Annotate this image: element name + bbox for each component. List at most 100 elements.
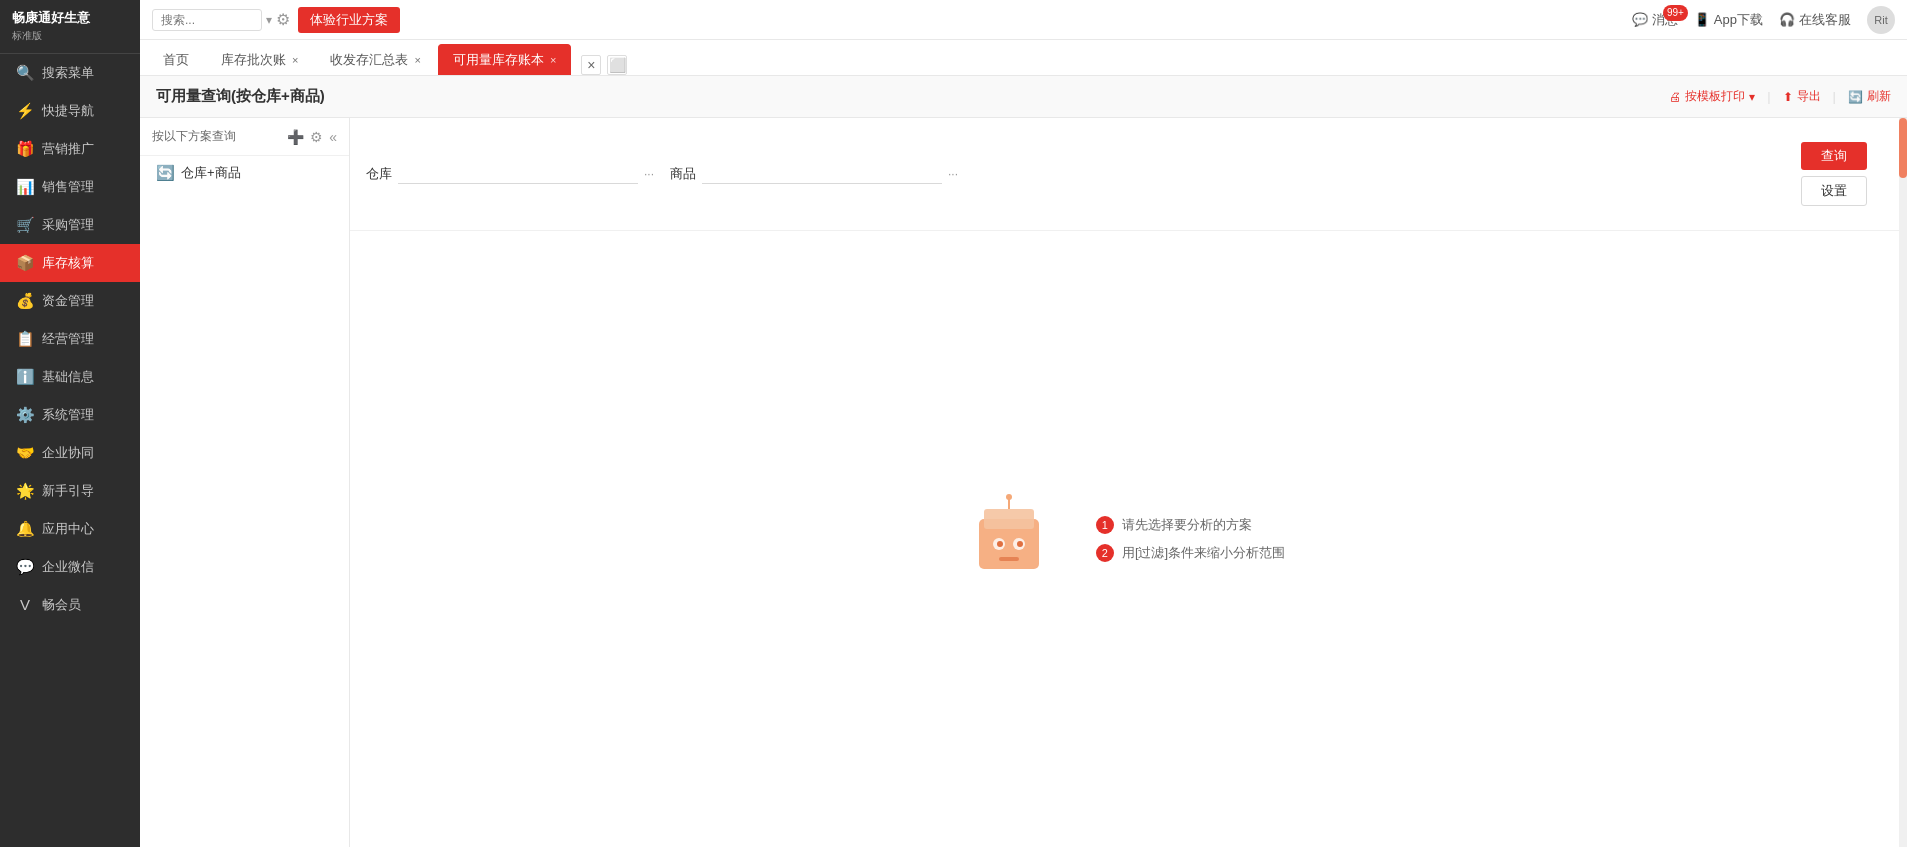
left-panel-item[interactable]: 🔄仓库+商品 [140, 156, 349, 190]
app-download-button[interactable]: 📱 App下载 [1694, 11, 1763, 29]
warehouse-input[interactable] [398, 164, 638, 184]
product-more-button[interactable]: ··· [948, 167, 958, 181]
tab-label-batch-ledger: 库存批次账 [221, 51, 286, 69]
sidebar-scroll: 🔍搜索菜单⚡快捷导航🎁营销推广📊销售管理🛒采购管理 📦 库存核算 💰资金管理📋经营管理… [0, 54, 140, 847]
tab-close-batch-ledger[interactable]: × [292, 54, 298, 66]
settings-scheme-button[interactable]: ⚙ [310, 129, 323, 145]
empty-state: 1 请先选择要分析的方案 2 用[过滤]条件来缩小分析范围 [350, 231, 1899, 847]
empty-illustration [964, 489, 1064, 589]
online-service-label: 在线客服 [1799, 11, 1851, 29]
export-button[interactable]: ⬆ 导出 [1783, 88, 1821, 105]
sidebar-label-wechat: 企业微信 [42, 558, 94, 576]
message-icon: 💬 [1632, 12, 1648, 27]
sidebar-icon-inventory: 📦 [16, 254, 34, 272]
empty-tip-1: 1 请先选择要分析的方案 [1096, 516, 1285, 534]
sidebar-item-operation[interactable]: 📋经营管理 [0, 320, 140, 358]
avatar[interactable]: Rit [1867, 6, 1895, 34]
empty-svg [964, 489, 1064, 589]
sidebar-item-inventory[interactable]: 📦 库存核算 [0, 244, 140, 282]
warehouse-label: 仓库 [366, 165, 392, 183]
warehouse-more-button[interactable]: ··· [644, 167, 654, 181]
tab-close-receipt-summary[interactable]: × [414, 54, 420, 66]
sidebar-item-marketing[interactable]: 🎁营销推广 [0, 130, 140, 168]
refresh-button[interactable]: 🔄 刷新 [1848, 88, 1891, 105]
svg-point-8 [1006, 494, 1012, 500]
sidebar-item-cooperation[interactable]: 🤝企业协同 [0, 434, 140, 472]
export-icon: ⬆ [1783, 90, 1793, 104]
content-area: 按以下方案查询 ➕ ⚙ « 🔄仓库+商品 仓库 ··· 商品 [140, 118, 1907, 847]
action-buttons: 查询 设置 [1785, 130, 1883, 218]
close-window-button[interactable]: × [581, 55, 601, 75]
sidebar-item-finance[interactable]: 💰资金管理 [0, 282, 140, 320]
right-scrollbar[interactable] [1899, 118, 1907, 847]
svg-point-4 [997, 541, 1003, 547]
gear-icon[interactable]: ⚙ [276, 10, 290, 29]
sidebar-item-apps[interactable]: 🔔应用中心 [0, 510, 140, 548]
app-download-label: App下载 [1714, 11, 1763, 29]
trial-button[interactable]: 体验行业方案 [298, 7, 400, 33]
topbar: ▾ ⚙ 体验行业方案 💬 消息 99+ 📱 App下载 🎧 在线客服 Rit [140, 0, 1907, 40]
sidebar-brand: 畅康通好生意 [12, 10, 128, 27]
tab-label-available-ledger: 可用量库存账本 [453, 51, 544, 69]
add-scheme-button[interactable]: ➕ [287, 129, 304, 145]
sidebar-icon-newbie: 🌟 [16, 482, 34, 500]
sidebar-label-newbie: 新手引导 [42, 482, 94, 500]
sidebar-icon-system: ⚙️ [16, 406, 34, 424]
tab-receipt-summary[interactable]: 收发存汇总表× [315, 44, 435, 75]
settings-button[interactable]: 设置 [1801, 176, 1867, 206]
main-area: ▾ ⚙ 体验行业方案 💬 消息 99+ 📱 App下载 🎧 在线客服 Rit [140, 0, 1907, 847]
online-service-button[interactable]: 🎧 在线客服 [1779, 11, 1851, 29]
print-button[interactable]: 🖨 按模板打印 ▾ [1669, 88, 1755, 105]
sidebar-item-system[interactable]: ⚙️ 系统管理 [0, 396, 140, 434]
sidebar-item-newbie[interactable]: 🌟 新手引导 [0, 472, 140, 510]
sidebar-item-wechat[interactable]: 💬 企业微信 [0, 548, 140, 586]
page-header-actions: 🖨 按模板打印 ▾ | ⬆ 导出 | 🔄 刷新 [1669, 88, 1891, 105]
sidebar-label-inventory: 库存核算 [42, 254, 94, 272]
sidebar-item-purchase[interactable]: 🛒采购管理 [0, 206, 140, 244]
print-label: 按模板打印 [1685, 88, 1745, 105]
sidebar-item-shortcut[interactable]: ⚡快捷导航 [0, 92, 140, 130]
separator-2: | [1833, 89, 1836, 104]
sidebar-item-basic[interactable]: ℹ️基础信息 [0, 358, 140, 396]
tip-text-2: 用[过滤]条件来缩小分析范围 [1122, 544, 1285, 562]
sidebar-item-sales[interactable]: 📊销售管理 [0, 168, 140, 206]
page-header: 可用量查询(按仓库+商品) 🖨 按模板打印 ▾ | ⬆ 导出 | 🔄 刷新 [140, 76, 1907, 118]
sidebar-header: 畅康通好生意 标准版 [0, 0, 140, 54]
sidebar-icon-purchase: 🛒 [16, 216, 34, 234]
tab-batch-ledger[interactable]: 库存批次账 × [206, 44, 313, 75]
collapse-panel-button[interactable]: « [329, 129, 337, 145]
filter-row: 仓库 ··· 商品 ··· 查询 设置 [350, 118, 1899, 231]
sidebar-label-member: 畅会员 [42, 596, 81, 614]
tabs-bar: 首页库存批次账×收发存汇总表×可用量库存账本× × ⬜ [140, 40, 1907, 76]
dropdown-arrow-icon[interactable]: ▾ [266, 13, 272, 27]
tab-home[interactable]: 首页 [148, 44, 204, 75]
messages-button[interactable]: 💬 消息 99+ [1632, 11, 1678, 29]
tab-label-home: 首页 [163, 51, 189, 69]
product-label: 商品 [670, 165, 696, 183]
tab-available-ledger[interactable]: 可用量库存账本 × [438, 44, 571, 75]
sidebar-icon-apps: 🔔 [16, 520, 34, 538]
sidebar-item-search[interactable]: 🔍搜索菜单 [0, 54, 140, 92]
search-input[interactable] [152, 9, 262, 31]
sidebar-icon-member: V [16, 596, 34, 613]
query-button[interactable]: 查询 [1801, 142, 1867, 170]
sidebar-label-shortcut: 快捷导航 [42, 102, 94, 120]
scheme-icon: 🔄 [156, 164, 175, 182]
print-arrow-icon[interactable]: ▾ [1749, 90, 1755, 104]
refresh-label: 刷新 [1867, 88, 1891, 105]
sidebar-icon-wechat: 💬 [16, 558, 34, 576]
sidebar-icon-finance: 💰 [16, 292, 34, 310]
page-title: 可用量查询(按仓库+商品) [156, 87, 325, 106]
refresh-icon: 🔄 [1848, 90, 1863, 104]
expand-window-button[interactable]: ⬜ [607, 55, 627, 75]
product-input[interactable] [702, 164, 942, 184]
tab-close-available-ledger[interactable]: × [550, 54, 556, 66]
topbar-search: ▾ ⚙ [152, 9, 290, 31]
sidebar-item-member[interactable]: V 畅会员 [0, 586, 140, 624]
warehouse-filter-group: 仓库 ··· [366, 164, 654, 184]
sidebar-icon-marketing: 🎁 [16, 140, 34, 158]
sidebar-icon-cooperation: 🤝 [16, 444, 34, 462]
left-panel-title: 按以下方案查询 [152, 128, 236, 145]
sidebar-icon-search: 🔍 [16, 64, 34, 82]
sidebar-label-system: 系统管理 [42, 406, 94, 424]
